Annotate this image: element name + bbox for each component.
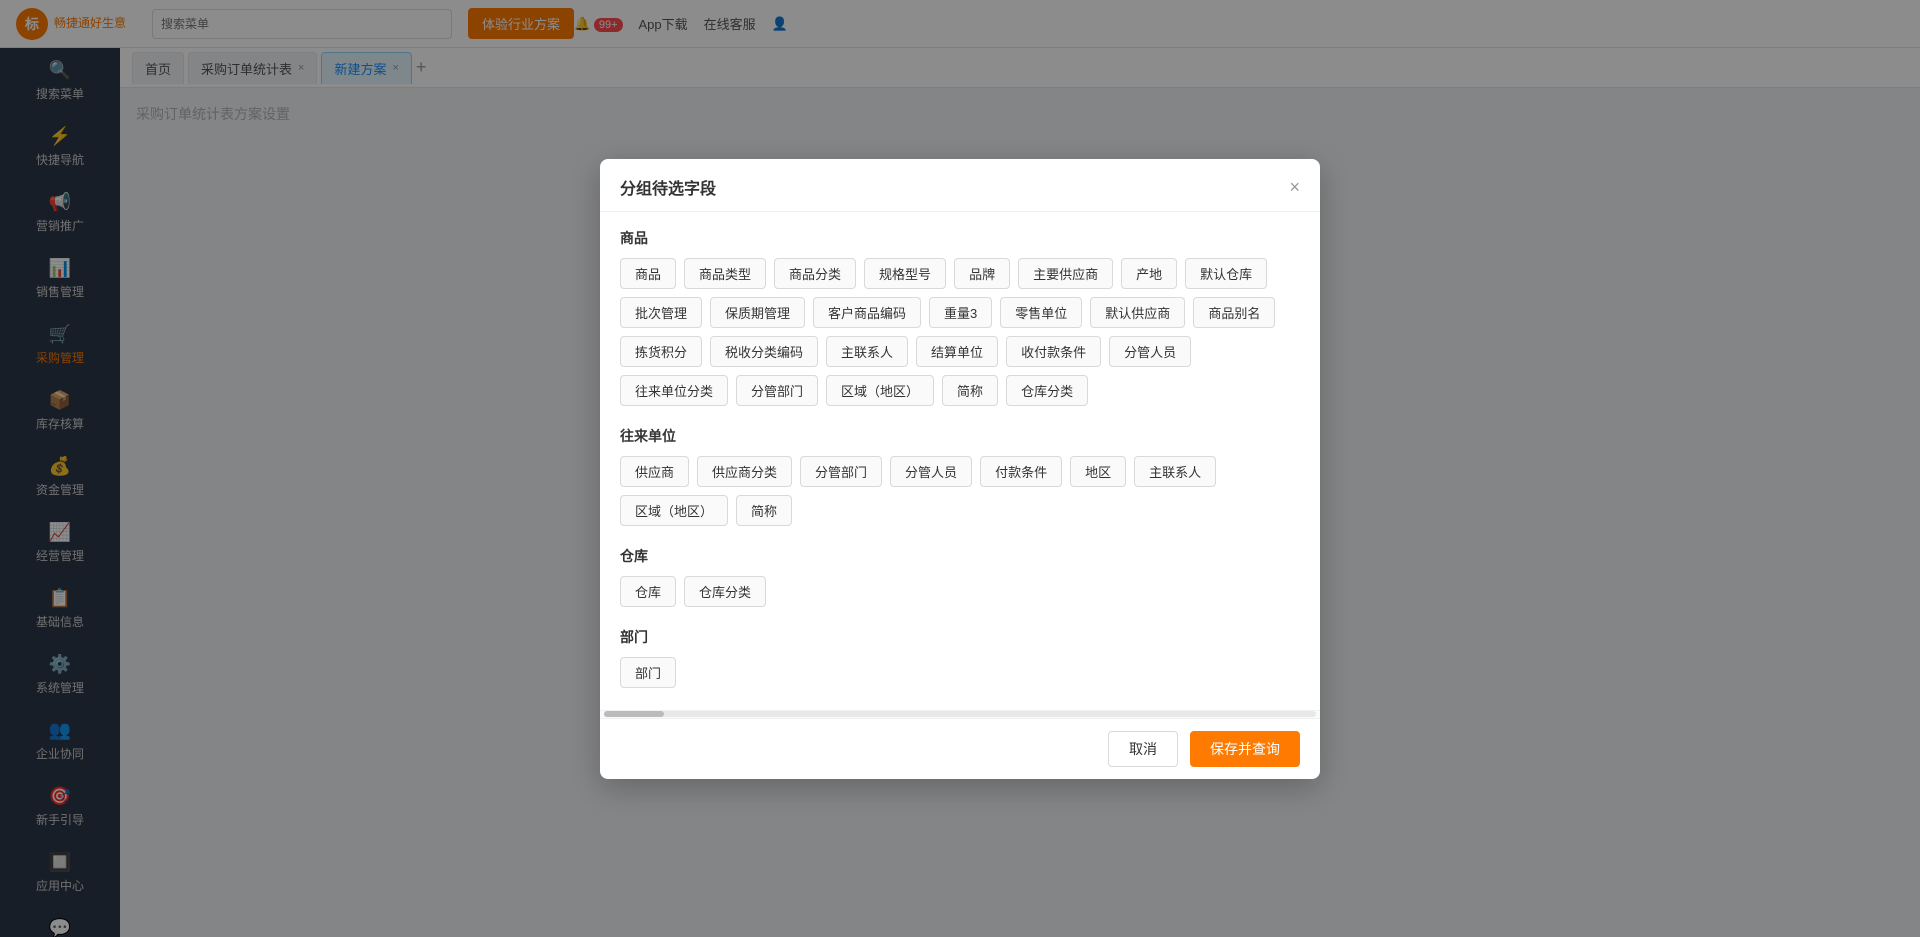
department-tags: 部门 <box>620 657 1300 688</box>
tag-goods-6[interactable]: 主要供应商 <box>1018 258 1113 289</box>
tag-partner-3[interactable]: 分管部门 <box>800 456 882 487</box>
section-goods: 商品 商品 商品类型 商品分类 规格型号 品牌 主要供应商 产地 默认仓库 批次… <box>620 228 1300 406</box>
tag-goods-10[interactable]: 保质期管理 <box>710 297 805 328</box>
section-warehouse: 仓库 仓库 仓库分类 <box>620 546 1300 607</box>
tag-partner-1[interactable]: 供应商 <box>620 456 689 487</box>
save-button[interactable]: 保存并查询 <box>1190 731 1300 767</box>
tag-goods-20[interactable]: 收付款条件 <box>1006 336 1101 367</box>
tag-goods-23[interactable]: 分管部门 <box>736 375 818 406</box>
goods-tags: 商品 商品类型 商品分类 规格型号 品牌 主要供应商 产地 默认仓库 批次管理 … <box>620 258 1300 406</box>
tag-goods-14[interactable]: 默认供应商 <box>1090 297 1185 328</box>
tag-goods-4[interactable]: 规格型号 <box>864 258 946 289</box>
tag-partner-2[interactable]: 供应商分类 <box>697 456 792 487</box>
tag-department-1[interactable]: 部门 <box>620 657 676 688</box>
dialog-hscrollbar[interactable] <box>600 710 1320 717</box>
tag-partner-4[interactable]: 分管人员 <box>890 456 972 487</box>
tag-goods-26[interactable]: 仓库分类 <box>1006 375 1088 406</box>
tag-goods-3[interactable]: 商品分类 <box>774 258 856 289</box>
tag-warehouse-1[interactable]: 仓库 <box>620 576 676 607</box>
section-warehouse-title: 仓库 <box>620 546 1300 566</box>
tag-partner-7[interactable]: 主联系人 <box>1134 456 1216 487</box>
tag-goods-5[interactable]: 品牌 <box>954 258 1010 289</box>
section-partner: 往来单位 供应商 供应商分类 分管部门 分管人员 付款条件 地区 主联系人 区域… <box>620 426 1300 526</box>
tag-goods-18[interactable]: 主联系人 <box>826 336 908 367</box>
cancel-button[interactable]: 取消 <box>1108 731 1178 767</box>
tag-partner-5[interactable]: 付款条件 <box>980 456 1062 487</box>
tag-goods-13[interactable]: 零售单位 <box>1000 297 1082 328</box>
tag-goods-19[interactable]: 结算单位 <box>916 336 998 367</box>
tag-goods-25[interactable]: 简称 <box>942 375 998 406</box>
dialog-close-button[interactable]: × <box>1289 178 1300 196</box>
hscroll-track <box>604 711 1316 717</box>
tag-goods-15[interactable]: 商品别名 <box>1193 297 1275 328</box>
section-goods-title: 商品 <box>620 228 1300 248</box>
tag-partner-9[interactable]: 简称 <box>736 495 792 526</box>
dialog-body: 商品 商品 商品类型 商品分类 规格型号 品牌 主要供应商 产地 默认仓库 批次… <box>600 212 1320 711</box>
field-selection-dialog: 分组待选字段 × 商品 商品 商品类型 商品分类 规格型号 品牌 主要供应商 产… <box>600 159 1320 779</box>
tag-goods-2[interactable]: 商品类型 <box>684 258 766 289</box>
dialog-footer: 取消 保存并查询 <box>600 718 1320 779</box>
partner-tags: 供应商 供应商分类 分管部门 分管人员 付款条件 地区 主联系人 区域（地区） … <box>620 456 1300 526</box>
section-partner-title: 往来单位 <box>620 426 1300 446</box>
tag-warehouse-2[interactable]: 仓库分类 <box>684 576 766 607</box>
tag-goods-12[interactable]: 重量3 <box>929 297 992 328</box>
tag-partner-8[interactable]: 区域（地区） <box>620 495 728 526</box>
tag-goods-24[interactable]: 区域（地区） <box>826 375 934 406</box>
hscroll-thumb[interactable] <box>604 711 664 717</box>
tag-goods-21[interactable]: 分管人员 <box>1109 336 1191 367</box>
tag-partner-6[interactable]: 地区 <box>1070 456 1126 487</box>
tag-goods-7[interactable]: 产地 <box>1121 258 1177 289</box>
section-department: 部门 部门 <box>620 627 1300 688</box>
tag-goods-9[interactable]: 批次管理 <box>620 297 702 328</box>
section-department-title: 部门 <box>620 627 1300 647</box>
tag-goods-1[interactable]: 商品 <box>620 258 676 289</box>
tag-goods-22[interactable]: 往来单位分类 <box>620 375 728 406</box>
dialog-title: 分组待选字段 <box>620 175 716 199</box>
tag-goods-16[interactable]: 拣货积分 <box>620 336 702 367</box>
tag-goods-17[interactable]: 税收分类编码 <box>710 336 818 367</box>
tag-goods-11[interactable]: 客户商品编码 <box>813 297 921 328</box>
dialog-header: 分组待选字段 × <box>600 159 1320 212</box>
tag-goods-8[interactable]: 默认仓库 <box>1185 258 1267 289</box>
warehouse-tags: 仓库 仓库分类 <box>620 576 1300 607</box>
